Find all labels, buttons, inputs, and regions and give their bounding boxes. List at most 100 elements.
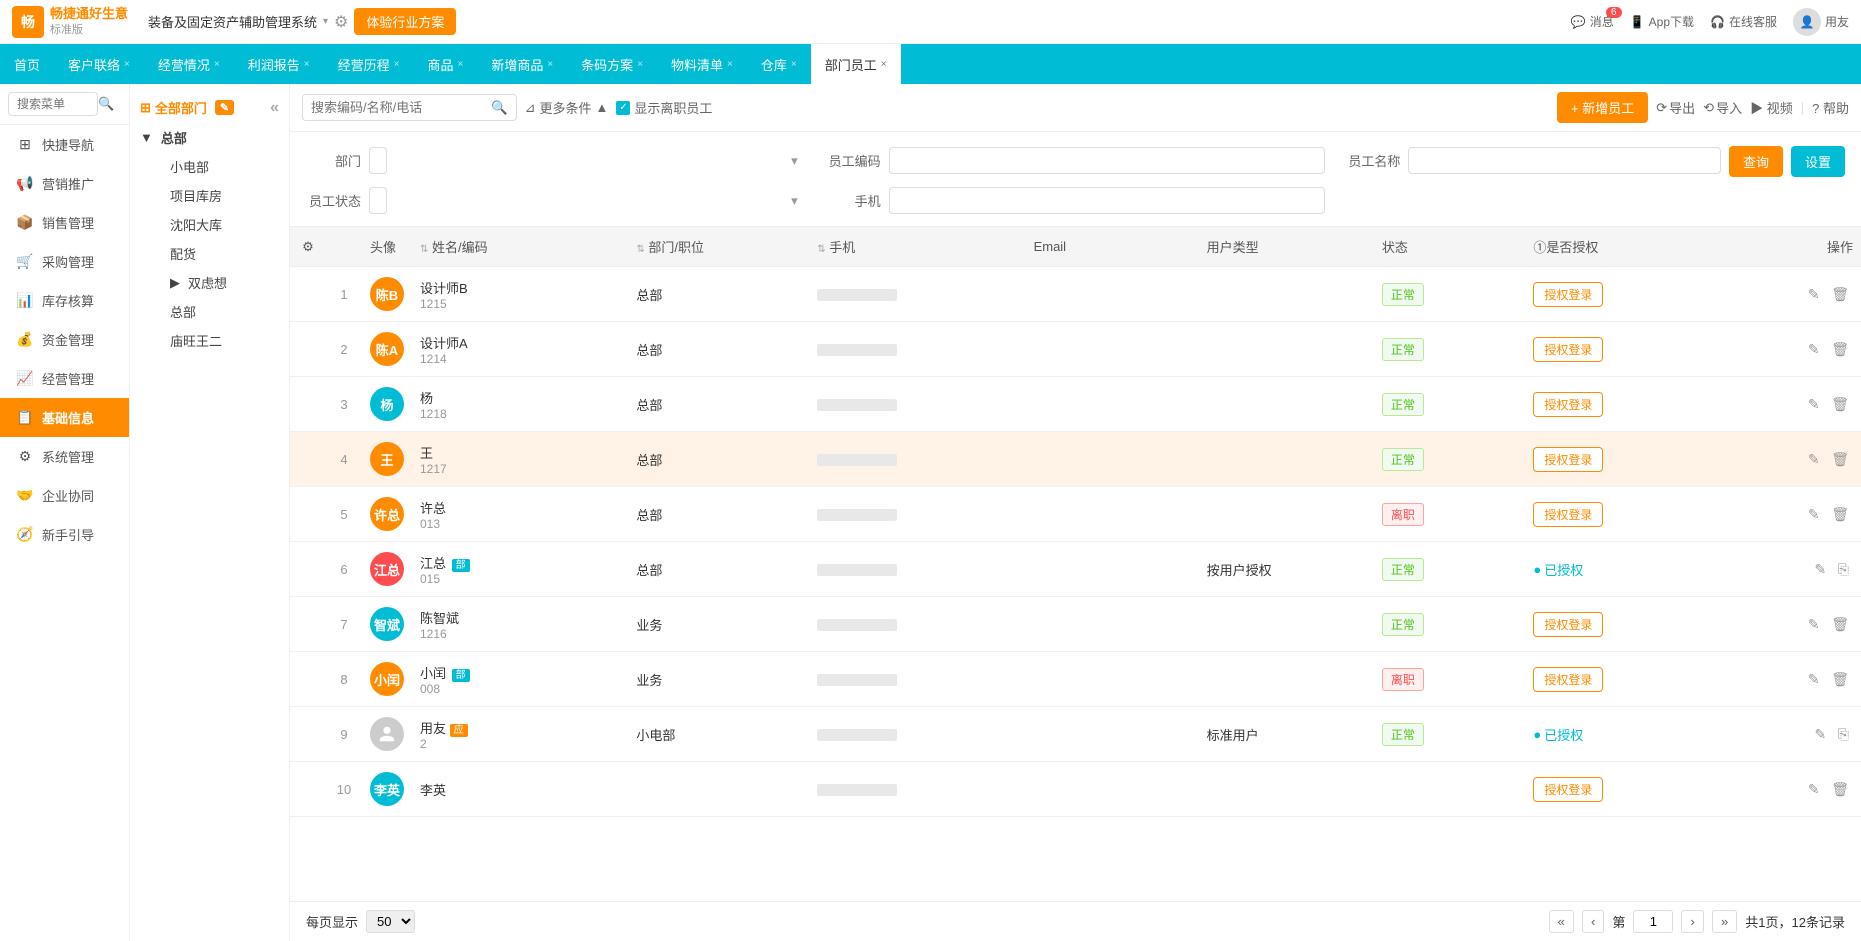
user-action[interactable]: 👤 用友 xyxy=(1793,8,1849,36)
th-settings[interactable]: ⚙ xyxy=(290,227,326,267)
dept-item-peihuo[interactable]: 配货 xyxy=(150,239,289,268)
edit-btn-10[interactable]: ✎ xyxy=(1804,779,1824,800)
delete-btn-7[interactable]: 🗑 xyxy=(1827,614,1853,635)
sidebar-item-system[interactable]: ⚙ 系统管理 xyxy=(0,437,129,476)
employee-name-input[interactable] xyxy=(1408,147,1721,174)
th-dept[interactable]: ⇅ 部门/职位 xyxy=(628,227,809,267)
sidebar-item-basic[interactable]: 📋 基础信息 xyxy=(0,398,129,437)
last-page-btn[interactable]: » xyxy=(1712,910,1737,933)
nav-close-bom[interactable]: × xyxy=(727,59,733,70)
show-resigned-checkbox[interactable]: ✓ xyxy=(616,101,630,115)
add-employee-btn[interactable]: + 新增员工 xyxy=(1557,92,1648,123)
sidebar-item-collab[interactable]: 🤝 企业协同 xyxy=(0,476,129,515)
sidebar-item-purchase[interactable]: 🛒 采购管理 xyxy=(0,242,129,281)
nav-item-warehouse[interactable]: 仓库 × xyxy=(747,44,811,84)
sidebar-item-operation[interactable]: 📈 经营管理 xyxy=(0,359,129,398)
auth-btn-10[interactable]: 授权登录 xyxy=(1533,777,1603,802)
delete-btn-3[interactable]: 🗑 xyxy=(1827,394,1853,415)
nav-item-customer[interactable]: 客户联络 × xyxy=(54,44,144,84)
export-btn[interactable]: ⟳ 导出 xyxy=(1656,98,1695,117)
experience-btn[interactable]: 体验行业方案 xyxy=(354,8,456,35)
edit-btn-7[interactable]: ✎ xyxy=(1804,614,1824,635)
system-dropdown-arrow[interactable]: ▾ xyxy=(323,16,328,27)
nav-item-home[interactable]: 首页 xyxy=(0,44,54,84)
import-btn[interactable]: ⟲ 导入 xyxy=(1703,98,1742,117)
delete-btn-2[interactable]: 🗑 xyxy=(1827,339,1853,360)
delete-btn-5[interactable]: 🗑 xyxy=(1827,504,1853,525)
nav-close-operation[interactable]: × xyxy=(214,59,220,70)
sidebar-search-input[interactable] xyxy=(8,92,98,116)
sidebar-item-quick-nav[interactable]: ⊞ 快捷导航 xyxy=(0,125,129,164)
nav-close-history[interactable]: × xyxy=(394,59,400,70)
nav-item-barcode[interactable]: 条码方案 × xyxy=(567,44,657,84)
nav-item-new-goods[interactable]: 新增商品 × xyxy=(477,44,567,84)
filter-more-conditions[interactable]: ⊿ 更多条件 ▲ xyxy=(525,98,609,117)
delete-btn-1[interactable]: 🗑 xyxy=(1827,284,1853,305)
th-phone[interactable]: ⇅ 手机 xyxy=(809,227,1025,267)
online-service-action[interactable]: 🎧 在线客服 xyxy=(1710,13,1777,30)
first-page-btn[interactable]: « xyxy=(1549,910,1574,933)
dept-item-zongbu-group[interactable]: ▼ 总部 xyxy=(130,123,289,152)
nav-item-operation[interactable]: 经营情况 × xyxy=(144,44,234,84)
auth-btn-4[interactable]: 授权登录 xyxy=(1533,447,1603,472)
nav-close-employee[interactable]: × xyxy=(881,59,887,70)
delete-btn-10[interactable]: 🗑 xyxy=(1827,779,1853,800)
nav-item-profit[interactable]: 利润报告 × xyxy=(234,44,324,84)
status-select[interactable] xyxy=(369,187,387,214)
auth-btn-3[interactable]: 授权登录 xyxy=(1533,392,1603,417)
dept-tree-header[interactable]: ⊞ 全部部门 ✎ « xyxy=(130,92,289,123)
th-name[interactable]: ⇅ 姓名/编码 xyxy=(412,227,628,267)
dept-item-xiangmu[interactable]: 项目库房 xyxy=(150,181,289,210)
help-btn[interactable]: ? 帮助 xyxy=(1812,98,1849,117)
edit-btn-4[interactable]: ✎ xyxy=(1804,449,1824,470)
dept-item-miaowang[interactable]: 庙旺王二 xyxy=(150,326,289,355)
search-btn[interactable]: 查询 xyxy=(1729,146,1783,177)
edit-btn-6[interactable]: ✎ xyxy=(1810,559,1830,580)
nav-item-bom[interactable]: 物料清单 × xyxy=(657,44,747,84)
auth-btn-8[interactable]: 授权登录 xyxy=(1533,667,1603,692)
nav-close-goods[interactable]: × xyxy=(457,59,463,70)
page-number-input[interactable] xyxy=(1633,910,1673,933)
nav-item-history[interactable]: 经营历程 × xyxy=(324,44,414,84)
prev-page-btn[interactable]: ‹ xyxy=(1582,910,1604,933)
dept-item-xiaodian[interactable]: 小电部 xyxy=(150,152,289,181)
app-download-action[interactable]: 📱 App下载 xyxy=(1630,13,1694,30)
dept-item-shenyang[interactable]: 沈阳大库 xyxy=(150,210,289,239)
nav-item-goods[interactable]: 商品 × xyxy=(413,44,477,84)
dept-edit-icon[interactable]: ✎ xyxy=(215,100,234,115)
filter-show-resigned[interactable]: ✓ 显示离职员工 xyxy=(616,98,712,117)
employee-code-input[interactable] xyxy=(889,147,1326,174)
settings-form-btn[interactable]: 设置 xyxy=(1791,146,1845,177)
delete-btn-4[interactable]: 🗑 xyxy=(1827,449,1853,470)
dept-item-zongbu2[interactable]: 总部 xyxy=(150,297,289,326)
edit-btn-5[interactable]: ✎ xyxy=(1804,504,1824,525)
next-page-btn[interactable]: › xyxy=(1681,910,1703,933)
sidebar-item-inventory[interactable]: 📊 库存核算 xyxy=(0,281,129,320)
nav-item-employee[interactable]: 部门员工 × xyxy=(811,44,901,84)
delete-btn-8[interactable]: 🗑 xyxy=(1827,669,1853,690)
dept-select[interactable] xyxy=(369,147,387,174)
auth-btn-2[interactable]: 授权登录 xyxy=(1533,337,1603,362)
auth-btn-1[interactable]: 授权登录 xyxy=(1533,282,1603,307)
message-action[interactable]: 💬 消息 6 xyxy=(1571,13,1614,30)
edit-btn-3[interactable]: ✎ xyxy=(1804,394,1824,415)
nav-close-warehouse[interactable]: × xyxy=(791,59,797,70)
sidebar-search-icon[interactable]: 🔍 xyxy=(98,96,114,112)
settings-icon[interactable]: ⚙ xyxy=(334,12,348,32)
sidebar-item-marketing[interactable]: 📢 营销推广 xyxy=(0,164,129,203)
nav-close-barcode[interactable]: × xyxy=(637,59,643,70)
sidebar-item-guide[interactable]: 🧭 新手引导 xyxy=(0,515,129,554)
edit-btn-8[interactable]: ✎ xyxy=(1804,669,1824,690)
copy-btn-9[interactable]: ⎘ xyxy=(1834,724,1853,745)
nav-close-customer[interactable]: × xyxy=(124,59,130,70)
auth-btn-5[interactable]: 授权登录 xyxy=(1533,502,1603,527)
dept-item-shuanglv[interactable]: ▶ 双虑想 xyxy=(150,268,289,297)
per-page-select[interactable]: 50 xyxy=(366,910,415,933)
edit-btn-2[interactable]: ✎ xyxy=(1804,339,1824,360)
auth-btn-7[interactable]: 授权登录 xyxy=(1533,612,1603,637)
copy-btn-6[interactable]: ⎘ xyxy=(1834,559,1853,580)
nav-close-profit[interactable]: × xyxy=(304,59,310,70)
phone-input[interactable] xyxy=(889,187,1326,214)
view-btn[interactable]: ▶ 视频 xyxy=(1750,98,1793,117)
edit-btn-9[interactable]: ✎ xyxy=(1810,724,1830,745)
